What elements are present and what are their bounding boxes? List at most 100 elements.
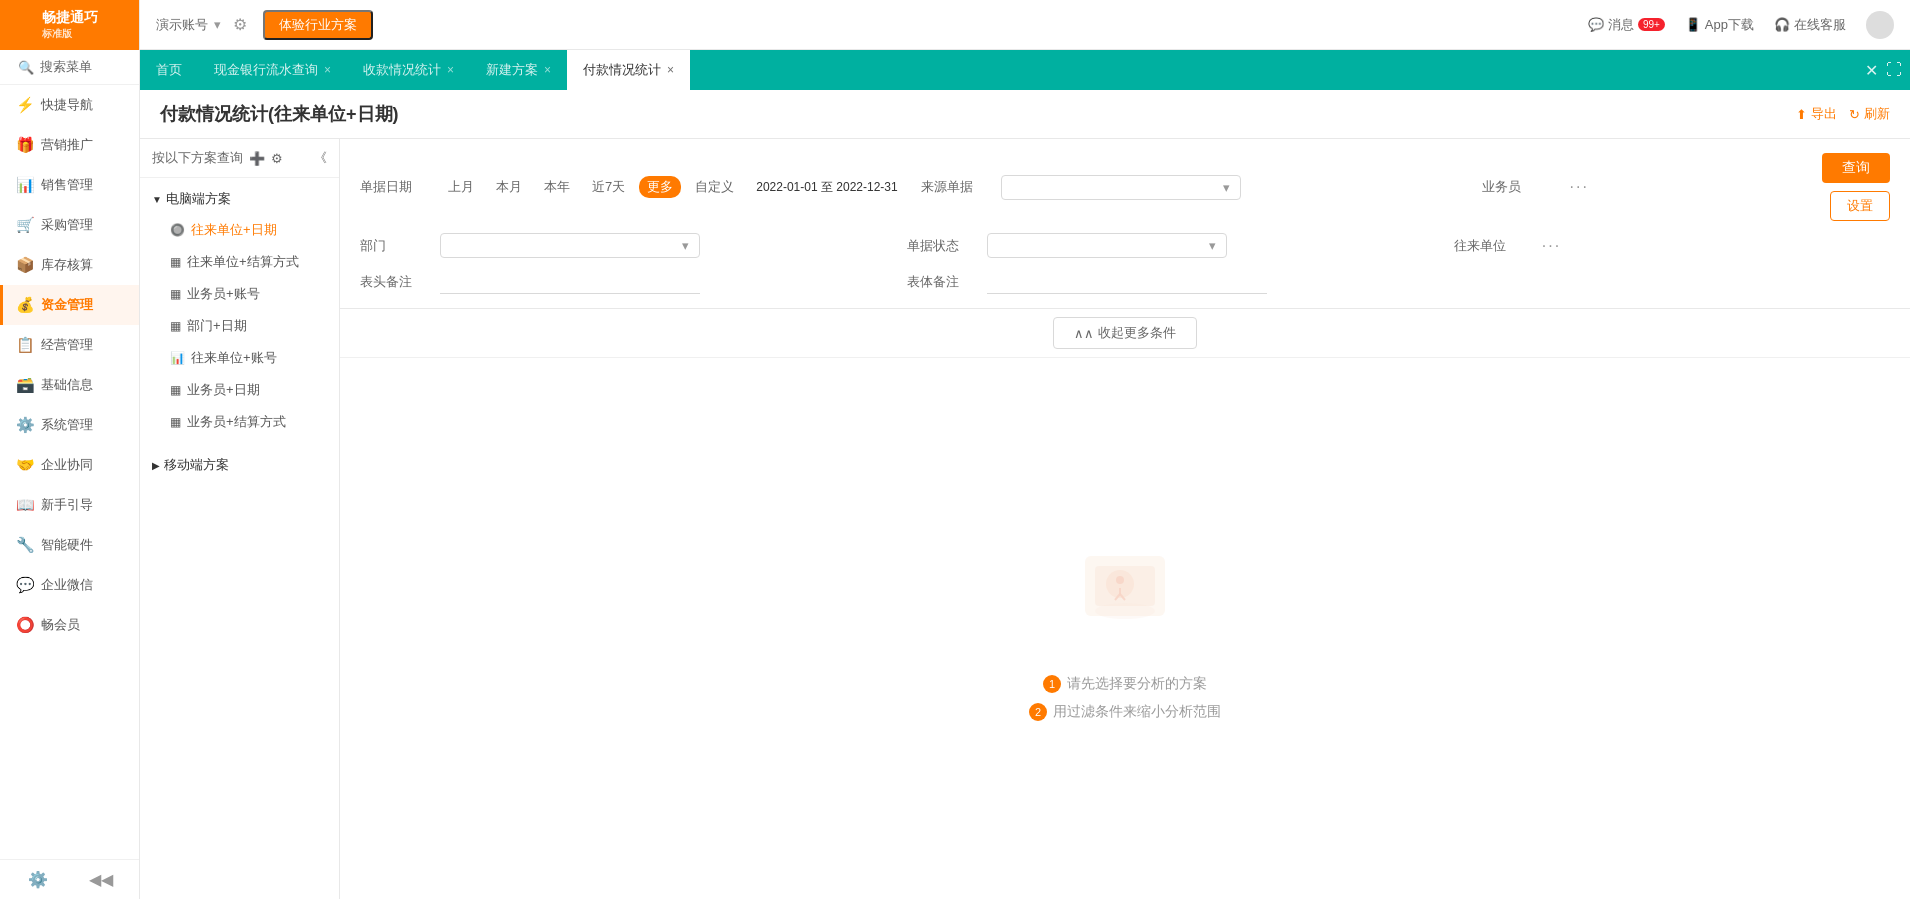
source-chevron-icon: ▾ <box>1223 180 1230 195</box>
main-area: 演示账号 ▾ ⚙ 体验行业方案 💬 消息 99+ 📱 App下载 🎧 在线客服 … <box>140 0 1910 899</box>
date-btn-more[interactable]: 更多 <box>639 176 681 198</box>
source-label: 来源单据 <box>921 178 991 196</box>
sidebar-item-purchase[interactable]: 🛒采购管理 <box>0 205 139 245</box>
date-label: 单据日期 <box>360 178 430 196</box>
user-avatar[interactable] <box>1866 11 1894 39</box>
finance-icon: 💰 <box>15 295 35 315</box>
sidebar-item-hardware[interactable]: 🔧智能硬件 <box>0 525 139 565</box>
staff-dots[interactable]: ··· <box>1570 178 1589 196</box>
tab-new-plan[interactable]: 新建方案 × <box>470 50 567 90</box>
tab-bank[interactable]: 现金银行流水查询 × <box>198 50 347 90</box>
tab-close-all-icon[interactable]: ✕ <box>1865 61 1878 80</box>
sidebar-item-finance[interactable]: 💰资金管理 <box>0 285 139 325</box>
header-note-input[interactable] <box>440 270 700 294</box>
sidebar-item-marketing[interactable]: 🎁营销推广 <box>0 125 139 165</box>
collapse-more-btn[interactable]: ∧∧ 收起更多条件 <box>1053 317 1197 349</box>
sidebar-search[interactable]: 🔍 搜索菜单 <box>0 50 139 85</box>
pc-group-arrow-icon: ▼ <box>152 194 162 205</box>
message-btn[interactable]: 💬 消息 99+ <box>1588 16 1665 34</box>
content-body: 按以下方案查询 ➕ ⚙ 《 ▼ 电脑端方案 🔘 往来单位+日期 ▦ <box>140 139 1910 899</box>
sidebar-item-operation[interactable]: 📋经营管理 <box>0 325 139 365</box>
manage-scheme-icon[interactable]: ⚙ <box>271 151 283 166</box>
pc-group-title[interactable]: ▼ 电脑端方案 <box>140 184 339 214</box>
app-download-btn[interactable]: 📱 App下载 <box>1685 16 1754 34</box>
status-select[interactable]: ▾ <box>987 233 1227 258</box>
scheme-chart-icon: 📊 <box>170 351 185 365</box>
tab-fullscreen-icon[interactable]: ⛶ <box>1886 61 1902 79</box>
sidebar-item-quick-nav[interactable]: ⚡快捷导航 <box>0 85 139 125</box>
settings-btn[interactable]: 设置 <box>1830 191 1890 221</box>
search-label: 搜索菜单 <box>40 58 92 76</box>
user-info: 演示账号 ▾ <box>156 16 221 34</box>
tab-receipt[interactable]: 收款情况统计 × <box>347 50 470 90</box>
scheme-table-icon-5: ▦ <box>170 383 181 397</box>
mobile-group-arrow-icon: ▶ <box>152 460 160 471</box>
query-btn[interactable]: 查询 <box>1822 153 1890 183</box>
collapse-row: ∧∧ 收起更多条件 <box>340 309 1910 358</box>
dept-select[interactable]: ▾ <box>440 233 700 258</box>
user-chevron-icon: ▾ <box>214 17 221 32</box>
tab-home[interactable]: 首页 <box>140 50 198 90</box>
tab-payment-close-icon[interactable]: × <box>667 63 674 77</box>
filter-staff-col: 业务员 ··· <box>1482 178 1806 196</box>
sidebar-item-sales[interactable]: 📊销售管理 <box>0 165 139 205</box>
tab-payment[interactable]: 付款情况统计 × <box>567 50 690 90</box>
filter-source-col: 来源单据 ▾ <box>921 175 1462 200</box>
top-header: 演示账号 ▾ ⚙ 体验行业方案 💬 消息 99+ 📱 App下载 🎧 在线客服 <box>140 0 1910 50</box>
scheme-table-icon-3: ▦ <box>170 319 181 333</box>
hint2-text: 用过滤条件来缩小分析范围 <box>1053 703 1221 721</box>
scheme-item-unit-date[interactable]: 🔘 往来单位+日期 <box>140 214 339 246</box>
empty-illustration <box>1065 536 1185 655</box>
filter-area: 单据日期 上月 本月 本年 近7天 更多 自定义 2022-01-01 至 20… <box>340 139 1910 309</box>
header-actions: ⬆ 导出 ↻ 刷新 <box>1796 105 1890 123</box>
hint2-num: 2 <box>1029 703 1047 721</box>
counterpart-dots[interactable]: ··· <box>1542 237 1561 255</box>
scheme-item-dept-date[interactable]: ▦ 部门+日期 <box>140 310 339 342</box>
settings-bottom-btn[interactable]: ⚙️ <box>10 870 66 889</box>
tab-bank-close-icon[interactable]: × <box>324 63 331 77</box>
date-btn-custom[interactable]: 自定义 <box>687 176 742 198</box>
quick-nav-icon: ⚡ <box>15 95 35 115</box>
add-scheme-icon[interactable]: ➕ <box>249 151 265 166</box>
hardware-icon: 🔧 <box>15 535 35 555</box>
tab-receipt-close-icon[interactable]: × <box>447 63 454 77</box>
date-btn-this-year[interactable]: 本年 <box>536 176 578 198</box>
source-select[interactable]: ▾ <box>1001 175 1241 200</box>
sidebar-item-system[interactable]: ⚙️系统管理 <box>0 405 139 445</box>
date-btn-last-month[interactable]: 上月 <box>440 176 482 198</box>
refresh-btn[interactable]: ↻ 刷新 <box>1849 105 1890 123</box>
trial-btn[interactable]: 体验行业方案 <box>263 10 373 40</box>
mobile-group-title[interactable]: ▶ 移动端方案 <box>140 450 339 480</box>
enterprise-icon: 🤝 <box>15 455 35 475</box>
scheme-item-unit-settle[interactable]: ▦ 往来单位+结算方式 <box>140 246 339 278</box>
scheme-item-label: 部门+日期 <box>187 317 247 335</box>
sidebar-item-basic[interactable]: 🗃️基础信息 <box>0 365 139 405</box>
pc-scheme-group: ▼ 电脑端方案 🔘 往来单位+日期 ▦ 往来单位+结算方式 ▦ 业务员+账号 <box>140 178 339 444</box>
sidebar-item-guide[interactable]: 📖新手引导 <box>0 485 139 525</box>
date-btn-this-month[interactable]: 本月 <box>488 176 530 198</box>
export-btn[interactable]: ⬆ 导出 <box>1796 105 1837 123</box>
scheme-item-staff-account[interactable]: ▦ 业务员+账号 <box>140 278 339 310</box>
sidebar: 畅捷通巧 标准版 🔍 搜索菜单 ⚡快捷导航🎁营销推广📊销售管理🛒采购管理📦库存核… <box>0 0 140 899</box>
scheme-item-unit-account[interactable]: 📊 往来单位+账号 <box>140 342 339 374</box>
search-icon: 🔍 <box>18 60 34 75</box>
date-btn-7days[interactable]: 近7天 <box>584 176 633 198</box>
scheme-table-icon-2: ▦ <box>170 287 181 301</box>
collapse-sidebar-btn[interactable]: ◀◀ <box>74 870 130 889</box>
sidebar-item-vip[interactable]: ⭕畅会员 <box>0 605 139 645</box>
sidebar-item-enterprise[interactable]: 🤝企业协同 <box>0 445 139 485</box>
sidebar-item-wechat[interactable]: 💬企业微信 <box>0 565 139 605</box>
body-note-input[interactable] <box>987 270 1267 294</box>
collapse-scheme-icon[interactable]: 《 <box>314 149 327 167</box>
filter-dept-col: 部门 ▾ <box>360 233 887 258</box>
gear-icon[interactable]: ⚙ <box>233 15 247 34</box>
scheme-item-staff-settle[interactable]: ▦ 业务员+结算方式 <box>140 406 339 438</box>
scheme-item-staff-date[interactable]: ▦ 业务员+日期 <box>140 374 339 406</box>
service-btn[interactable]: 🎧 在线客服 <box>1774 16 1846 34</box>
scheme-table-icon-6: ▦ <box>170 415 181 429</box>
sidebar-item-inventory[interactable]: 📦库存核算 <box>0 245 139 285</box>
mobile-group-label: 移动端方案 <box>164 456 229 474</box>
tab-new-plan-close-icon[interactable]: × <box>544 63 551 77</box>
message-icon: 💬 <box>1588 17 1604 32</box>
vip-icon: ⭕ <box>15 615 35 635</box>
